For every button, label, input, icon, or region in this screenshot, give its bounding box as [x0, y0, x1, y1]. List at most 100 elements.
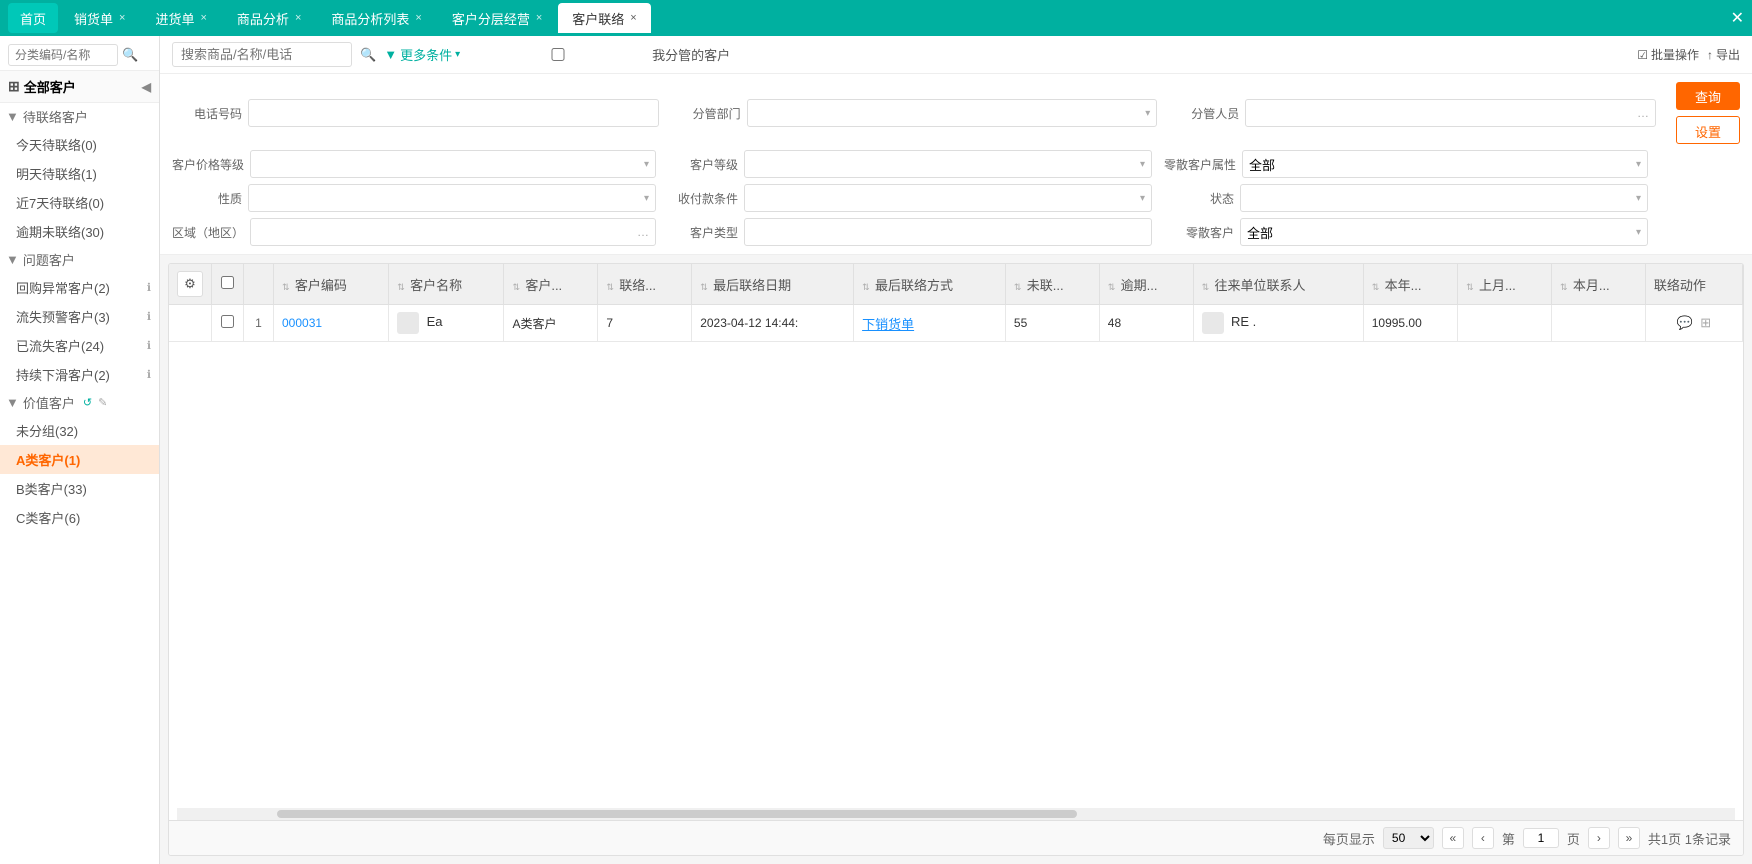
nature-chevron-icon: ▾	[644, 193, 649, 204]
customer-type-select[interactable]	[744, 218, 1152, 246]
goods-analysis-tab-close[interactable]: ×	[295, 12, 301, 24]
filter-row-4: 区域（地区） … 客户类型 零散客户 全部 ▾	[172, 218, 1740, 246]
export-button[interactable]: ↑ 导出	[1707, 46, 1740, 63]
col-overdue[interactable]: ⇅ 逾期...	[1099, 264, 1193, 305]
more-conditions-button[interactable]: ▼ 更多条件 ▾	[384, 45, 460, 64]
col-contact-person[interactable]: ⇅ 往来单位联系人	[1193, 264, 1363, 305]
tab-sales[interactable]: 销货单 ×	[60, 3, 139, 33]
col-code[interactable]: ⇅ 客户编码	[274, 264, 389, 305]
col-this-year[interactable]: ⇅ 本年...	[1363, 264, 1457, 305]
tab-goods-analysis[interactable]: 商品分析 ×	[223, 3, 315, 33]
region-select[interactable]: …	[250, 218, 656, 246]
row-last-method[interactable]: 下销货单	[854, 305, 1006, 342]
group-problem-customers[interactable]: ▼ 问题客户	[0, 246, 159, 273]
sidebar-item-abnormal[interactable]: 回购异常客户(2) ℹ	[0, 273, 159, 302]
col-this-month[interactable]: ⇅ 本月...	[1551, 264, 1645, 305]
col-last-date[interactable]: ⇅ 最后联络日期	[692, 264, 854, 305]
tab-home[interactable]: 首页	[8, 3, 58, 33]
customer-tier-tab-close[interactable]: ×	[536, 12, 542, 24]
last-page-button[interactable]: »	[1618, 827, 1640, 849]
customer-price-select[interactable]: ▾	[250, 150, 656, 178]
select-all-checkbox[interactable]	[221, 276, 234, 289]
dept-select[interactable]: ▾	[747, 99, 1158, 127]
sidebar-item-churned[interactable]: 已流失客户(24) ℹ	[0, 331, 159, 360]
collapse-all-icon[interactable]: ◀	[142, 80, 151, 94]
phone-input[interactable]	[248, 99, 659, 127]
staff-label: 分管人员	[1169, 105, 1239, 122]
customer-level-select[interactable]: ▾	[744, 150, 1152, 178]
sidebar-item-class-c[interactable]: C类客户(6)	[0, 503, 159, 532]
row-this-month	[1551, 305, 1645, 342]
level-chevron-icon: ▾	[1140, 159, 1145, 170]
payment-field: 收付款条件 ▾	[668, 184, 1152, 212]
action-more-icon[interactable]: ⊞	[1700, 315, 1711, 330]
horizontal-scrollbar[interactable]	[177, 808, 1735, 820]
tab-customer-contact[interactable]: 客户联络 ×	[558, 3, 650, 33]
customer-contact-tab-close[interactable]: ×	[630, 12, 636, 24]
search-icon[interactable]: 🔍	[360, 47, 376, 63]
page-size-select[interactable]: 50 100 200	[1383, 827, 1434, 849]
sidebar-search-icon[interactable]: 🔍	[122, 47, 138, 63]
col-type[interactable]: ⇅ 客户...	[504, 264, 598, 305]
col-no-contact[interactable]: ⇅ 未联...	[1005, 264, 1099, 305]
sidebar-item-declining[interactable]: 持续下滑客户(2) ℹ	[0, 360, 159, 389]
page-number-input[interactable]	[1523, 828, 1559, 848]
retail-customer-select[interactable]: 全部 ▾	[1240, 218, 1648, 246]
close-all-tabs[interactable]: ✕	[1731, 8, 1744, 28]
col-contact-count[interactable]: ⇅ 联络...	[598, 264, 692, 305]
group-pending-contact[interactable]: ▼ 待联络客户	[0, 103, 159, 130]
sidebar-search-input[interactable]	[8, 44, 118, 66]
row-code[interactable]: 000031	[274, 305, 389, 342]
staff-select[interactable]: …	[1245, 99, 1656, 127]
search-input[interactable]	[172, 42, 352, 67]
row-no-contact: 55	[1005, 305, 1099, 342]
row-checkbox[interactable]	[221, 315, 234, 328]
query-button[interactable]: 查询	[1676, 82, 1740, 110]
first-page-button[interactable]: «	[1442, 827, 1464, 849]
col-name[interactable]: ⇅ 客户名称	[389, 264, 504, 305]
col-last-month[interactable]: ⇅ 上月...	[1458, 264, 1552, 305]
sidebar-item-week-contact[interactable]: 近7天待联络(0)	[0, 188, 159, 217]
col-last-method[interactable]: ⇅ 最后联络方式	[854, 264, 1006, 305]
edit-icon[interactable]: ✎	[98, 396, 107, 409]
scrollbar-thumb[interactable]	[277, 810, 1077, 818]
my-customers-checkbox[interactable]	[468, 48, 648, 61]
price-chevron-icon: ▾	[644, 159, 649, 170]
next-page-button[interactable]: ›	[1588, 827, 1610, 849]
goods-list-tab-close[interactable]: ×	[415, 12, 421, 24]
top-actions: ☑ 批量操作 ↑ 导出	[1637, 46, 1740, 63]
prev-page-button[interactable]: ‹	[1472, 827, 1494, 849]
sidebar-item-class-a[interactable]: A类客户(1)	[0, 445, 159, 474]
sort-icon-name: ⇅	[397, 282, 405, 292]
sidebar-item-tomorrow-contact[interactable]: 明天待联络(1)	[0, 159, 159, 188]
sidebar-item-today-contact[interactable]: 今天待联络(0)	[0, 130, 159, 159]
batch-operation-label: 批量操作	[1651, 46, 1699, 63]
refresh-icon[interactable]: ↺	[83, 396, 92, 409]
retail-attr-select[interactable]: 全部 ▾	[1242, 150, 1648, 178]
batch-operation-button[interactable]: ☑ 批量操作	[1637, 46, 1699, 63]
tab-goods-list[interactable]: 商品分析列表 ×	[317, 3, 435, 33]
staff-field: 分管人员 …	[1169, 99, 1656, 127]
set-button[interactable]: 设置	[1676, 116, 1740, 144]
payment-select[interactable]: ▾	[744, 184, 1152, 212]
tab-customer-tier[interactable]: 客户分层经营 ×	[438, 3, 556, 33]
sales-tab-close[interactable]: ×	[119, 12, 125, 24]
my-customers-check[interactable]: 我分管的客户	[468, 45, 730, 64]
sidebar-item-churn-warn[interactable]: 流失预警客户(3) ℹ	[0, 302, 159, 331]
tab-purchase[interactable]: 进货单 ×	[141, 3, 220, 33]
customer-type-label: 客户类型	[668, 224, 738, 241]
group-value-customers[interactable]: ▼ 价值客户 ↺ ✎	[0, 389, 159, 416]
row-checkbox-cell	[212, 305, 244, 342]
all-customers-label[interactable]: 全部客户	[24, 77, 138, 96]
group-pending-label: 待联络客户	[23, 107, 88, 126]
status-select[interactable]: ▾	[1240, 184, 1648, 212]
sidebar-item-class-b[interactable]: B类客户(33)	[0, 474, 159, 503]
nature-select[interactable]: ▾	[248, 184, 656, 212]
action-chat-icon[interactable]: 💬	[1677, 315, 1693, 330]
table-settings-button[interactable]: ⚙	[177, 271, 203, 297]
filter-bar: 🔍 ▼ 更多条件 ▾ 我分管的客户 ☑ 批量操作 ↑ 导出	[160, 36, 1752, 74]
sidebar-item-overdue-contact[interactable]: 逾期未联络(30)	[0, 217, 159, 246]
customer-price-label: 客户价格等级	[172, 156, 244, 173]
purchase-tab-close[interactable]: ×	[200, 12, 206, 24]
sidebar-item-unclassified[interactable]: 未分组(32)	[0, 416, 159, 445]
